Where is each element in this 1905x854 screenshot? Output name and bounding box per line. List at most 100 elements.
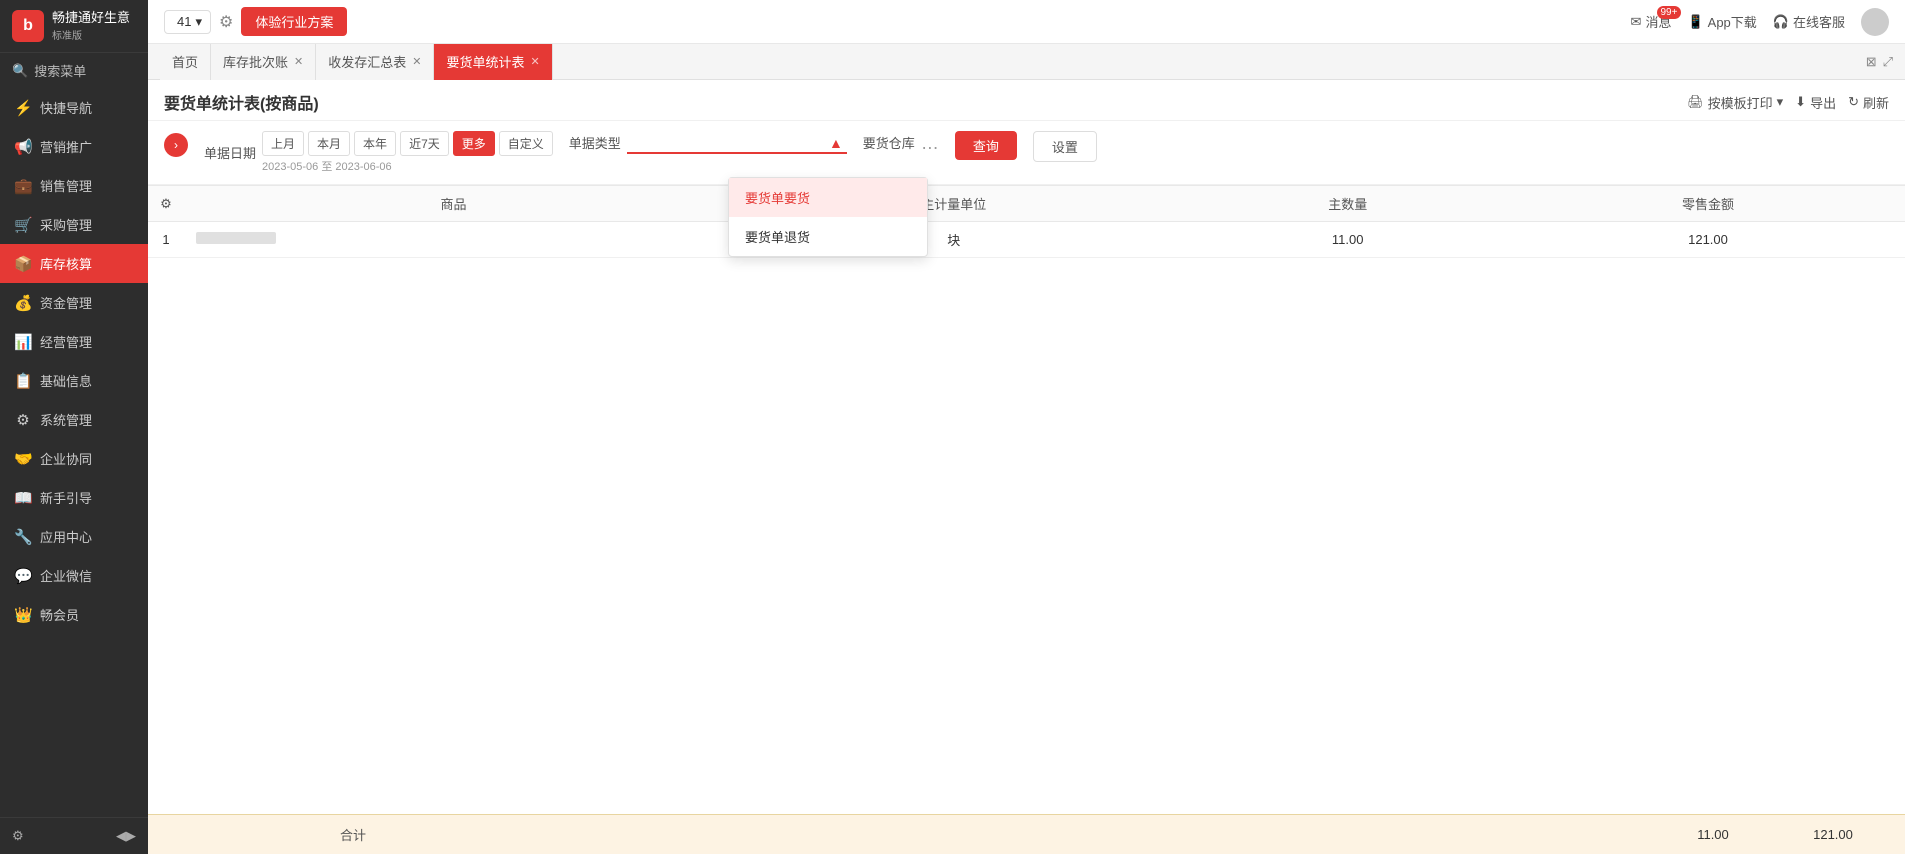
sidebar-item-base[interactable]: 📋 基础信息	[0, 361, 148, 400]
sidebar-logo: b 畅捷通好生意 标准版	[0, 0, 148, 53]
dropdown-item-0[interactable]: 要货单要货	[729, 178, 927, 217]
settings-button[interactable]: 设置	[1033, 131, 1097, 162]
row-product	[184, 222, 723, 258]
date-range-buttons: 上月 本月 本年 近7天 更多 自定义	[262, 131, 553, 156]
sidebar-item-appstore[interactable]: 🔧 应用中心	[0, 517, 148, 556]
sidebar-collapse-button[interactable]: ◀▶	[116, 828, 136, 844]
col-settings-header[interactable]: ⚙	[148, 186, 184, 222]
service-item[interactable]: 🎧 在线客服	[1773, 12, 1845, 31]
brand-sub: 标准版	[52, 27, 130, 42]
sidebar-item-label: 企业协同	[40, 449, 92, 468]
sidebar-item-label: 系统管理	[40, 410, 92, 429]
sidebar-item-label: 新手引导	[40, 488, 92, 507]
footer-total-amount: 121.00	[1773, 827, 1893, 842]
expand-left-icon[interactable]: ⊠	[1866, 54, 1877, 70]
type-input-wrapper: ▲	[627, 131, 847, 154]
tab-summary-label: 收发存汇总表	[328, 52, 406, 71]
page-title: 要货单统计表(按商品)	[164, 90, 319, 114]
sidebar-item-wechat[interactable]: 💬 企业微信	[0, 556, 148, 595]
sidebar-footer: ⚙ ◀▶	[0, 817, 148, 854]
type-input[interactable]	[627, 131, 847, 154]
col-amount-header: 零售金额	[1511, 186, 1905, 222]
date-label: 单据日期	[204, 143, 256, 162]
message-item[interactable]: ✉ 消息 99+	[1631, 12, 1672, 31]
row-amount: 121.00	[1511, 222, 1905, 258]
trial-button[interactable]: 体验行业方案	[241, 7, 347, 36]
sidebar-item-purchase[interactable]: 🛒 采购管理	[0, 205, 148, 244]
sidebar-item-finance[interactable]: 💰 资金管理	[0, 283, 148, 322]
sidebar-item-member[interactable]: 👑 畅会员	[0, 595, 148, 634]
tab-summary-close[interactable]: ✕	[412, 55, 421, 68]
sidebar-item-system[interactable]: ⚙ 系统管理	[0, 400, 148, 439]
last-month-btn[interactable]: 上月	[262, 131, 304, 156]
this-year-btn[interactable]: 本年	[354, 131, 396, 156]
sidebar-search[interactable]: 🔍 搜索菜单	[0, 53, 148, 88]
search-icon: 🔍	[12, 63, 28, 79]
app-download-item[interactable]: 📱 App下载	[1687, 12, 1756, 31]
refresh-label: 刷新	[1863, 93, 1889, 112]
print-chevron-icon: ▾	[1777, 94, 1784, 110]
sidebar-item-label: 库存核算	[40, 254, 92, 273]
footer-values: 11.00 121.00	[1653, 827, 1893, 842]
tab-summary[interactable]: 收发存汇总表 ✕	[316, 44, 434, 80]
purchase-icon: 🛒	[14, 216, 32, 234]
warehouse-more-icon[interactable]: …	[921, 133, 939, 154]
message-icon: ✉	[1631, 14, 1642, 30]
user-avatar[interactable]	[1861, 8, 1889, 36]
sidebar-item-marketing[interactable]: 📢 营销推广	[0, 127, 148, 166]
sidebar-search-label: 搜索菜单	[34, 61, 86, 80]
sidebar-item-management[interactable]: 📊 经营管理	[0, 322, 148, 361]
date-filter-group: 单据日期 上月 本月 本年 近7天 更多 自定义 2023-05-06 至 20…	[204, 131, 553, 174]
tab-batch-close[interactable]: ✕	[294, 55, 303, 68]
product-placeholder	[196, 232, 276, 244]
export-label: 导出	[1810, 93, 1836, 112]
sidebar-item-label: 资金管理	[40, 293, 92, 312]
date-range-display: 2023-05-06 至 2023-06-06	[262, 158, 553, 174]
tab-home[interactable]: 首页	[160, 44, 211, 80]
sales-icon: 💼	[14, 177, 32, 195]
last-7days-btn[interactable]: 近7天	[400, 131, 449, 156]
export-button[interactable]: ⬇ 导出	[1795, 93, 1836, 112]
more-date-btn[interactable]: 更多	[453, 131, 495, 156]
tab-expand: ⊠ ⤢	[1866, 54, 1893, 70]
sidebar-item-guide[interactable]: 📖 新手引导	[0, 478, 148, 517]
dropdown-item-1[interactable]: 要货单退货	[729, 217, 927, 256]
warehouse-label: 要货仓库	[863, 133, 915, 152]
dropdown-icon: ▾	[195, 14, 202, 30]
type-label: 单据类型	[569, 133, 621, 152]
sidebar-item-label: 经营管理	[40, 332, 92, 351]
tab-order-stats[interactable]: 要货单统计表 ✕	[434, 44, 552, 80]
expand-right-icon[interactable]: ⤢	[1883, 54, 1893, 70]
print-button[interactable]: 🖨 按模板打印 ▾	[1687, 93, 1783, 112]
tab-batch[interactable]: 库存批次账 ✕	[211, 44, 316, 80]
store-selector[interactable]: 41 ▾	[164, 10, 211, 34]
store-num: 41	[177, 14, 191, 29]
refresh-button[interactable]: ↻ 刷新	[1848, 93, 1889, 112]
this-month-btn[interactable]: 本月	[308, 131, 350, 156]
topbar: 41 ▾ ⚙ 体验行业方案 ✉ 消息 99+ 📱 App下载 🎧 在线客服	[148, 0, 1905, 44]
table-row: 1 块 11.00 121.00	[148, 222, 1905, 258]
row-num: 1	[148, 222, 184, 258]
system-icon: ⚙	[14, 411, 32, 429]
sidebar-item-quick[interactable]: ⚡ 快捷导航	[0, 88, 148, 127]
phone-icon: 📱	[1687, 14, 1703, 30]
query-button[interactable]: 查询	[955, 131, 1017, 160]
print-label: 按模板打印	[1708, 93, 1773, 112]
tab-order-stats-close[interactable]: ✕	[531, 55, 540, 68]
sidebar-item-label: 采购管理	[40, 215, 92, 234]
service-icon: 🎧	[1773, 14, 1789, 30]
sidebar-item-sales[interactable]: 💼 销售管理	[0, 166, 148, 205]
filter-expand-button[interactable]: ›	[164, 133, 188, 157]
print-icon: 🖨	[1687, 94, 1704, 110]
sidebar-item-inventory[interactable]: 📦 库存核算	[0, 244, 148, 283]
col-product-header: 商品	[184, 186, 723, 222]
row-qty: 11.00	[1184, 222, 1511, 258]
sidebar-settings-icon[interactable]: ⚙	[12, 828, 24, 844]
type-dropdown: 要货单要货 要货单退货	[728, 177, 928, 257]
topbar-settings-icon[interactable]: ⚙	[219, 12, 233, 32]
custom-date-btn[interactable]: 自定义	[499, 131, 553, 156]
base-icon: 📋	[14, 372, 32, 390]
type-chevron-icon[interactable]: ▲	[829, 135, 843, 151]
sidebar-item-cooperation[interactable]: 🤝 企业协同	[0, 439, 148, 478]
table-wrapper: ⚙ 商品 主计量单位 主数量 零售金额 1 块 11.00	[148, 185, 1905, 814]
